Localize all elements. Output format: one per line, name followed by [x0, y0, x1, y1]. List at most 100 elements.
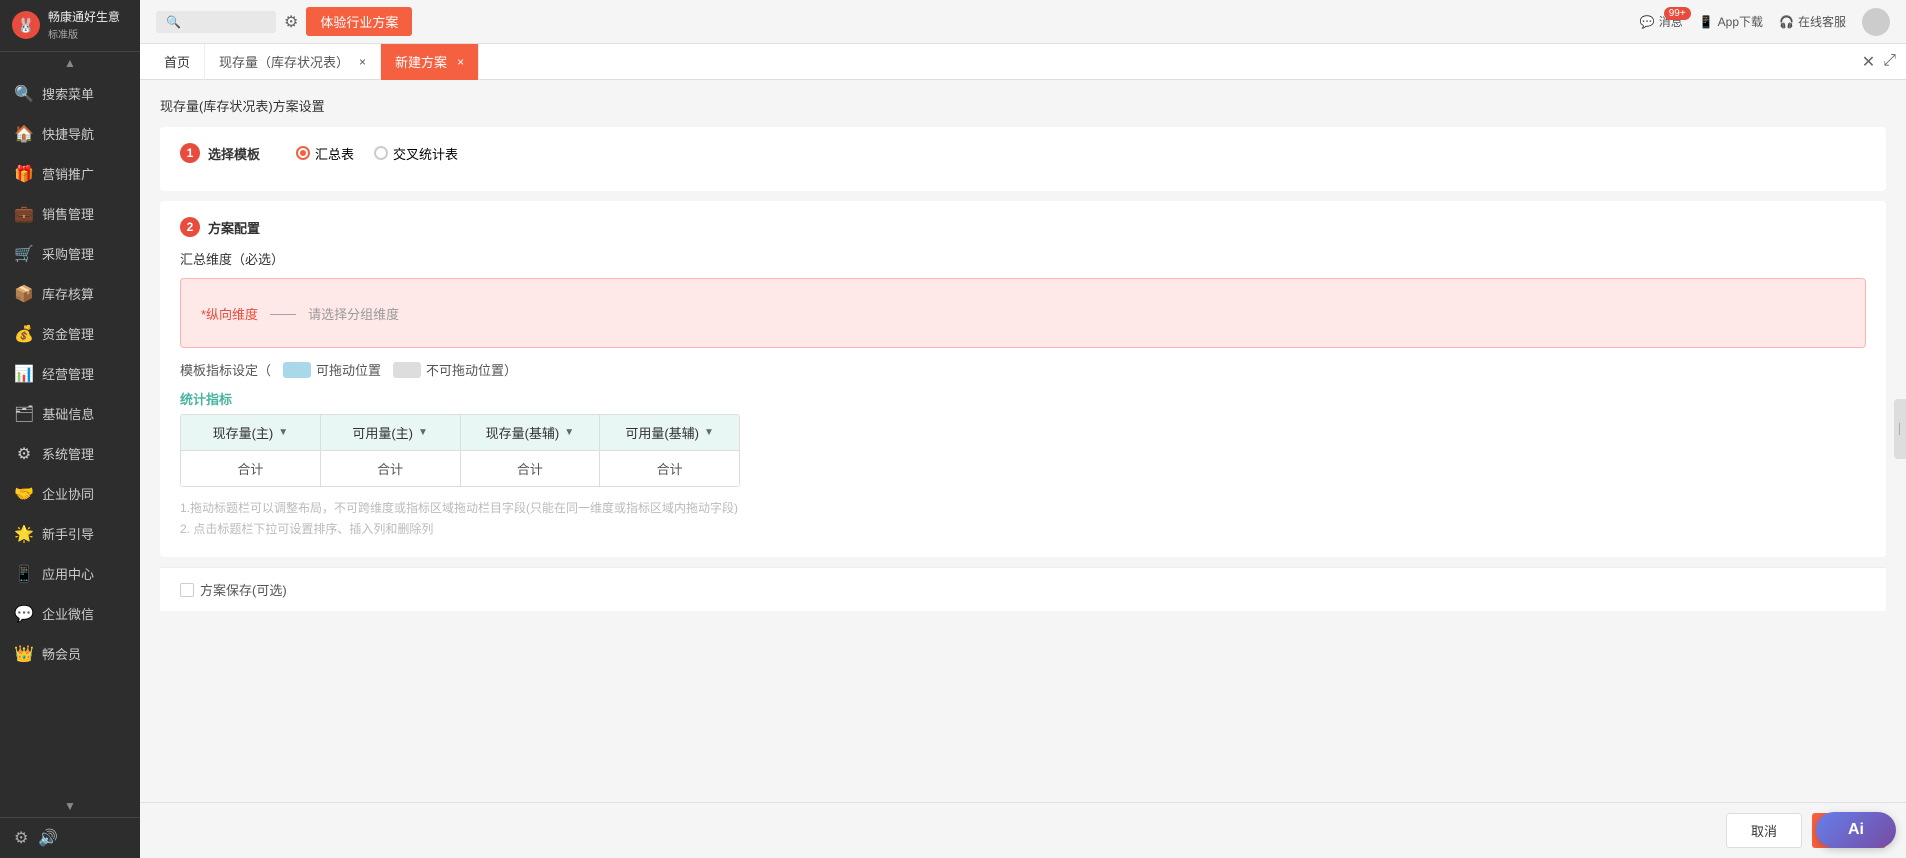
- search-icon: 🔍: [14, 84, 34, 104]
- messages-badge: 99+: [1664, 7, 1691, 20]
- avatar[interactable]: [1862, 8, 1890, 36]
- main-area: 🔍 ⚙ 体验行业方案 💬 消息 99+ 📱 App下载 🎧 在线客服: [140, 0, 1906, 858]
- handshake-icon: 🤝: [14, 484, 34, 504]
- radio-summary-circle: [296, 146, 310, 160]
- message-icon: 💬: [1640, 15, 1655, 29]
- stats-col-2[interactable]: 可用量(主) ▼: [321, 415, 461, 450]
- sidebar-item-marketing[interactable]: 🎁 营销推广: [0, 154, 140, 194]
- sidebar-scroll-down[interactable]: ▼: [0, 795, 140, 817]
- section-config: 2 方案配置 汇总维度（必选） *纵向维度 —— 请选择分组维度 模板指标设定（…: [160, 201, 1886, 557]
- sidebar-item-label: 营销推广: [42, 164, 94, 183]
- sidebar-item-label: 新手引导: [42, 524, 94, 543]
- expand-icon[interactable]: ⤢: [1883, 52, 1896, 72]
- col2-chevron-icon[interactable]: ▼: [418, 427, 428, 438]
- online-service-button[interactable]: 🎧 在线客服: [1779, 13, 1846, 30]
- section2-num: 2: [180, 217, 200, 237]
- col3-chevron-icon[interactable]: ▼: [564, 427, 574, 438]
- sidebar-item-finance[interactable]: 💰 资金管理: [0, 314, 140, 354]
- sidebar-item-sales[interactable]: 💼 销售管理: [0, 194, 140, 234]
- tab-inventory[interactable]: 现存量（库存状况表） ×: [205, 44, 381, 80]
- radio-summary[interactable]: 汇总表: [296, 144, 354, 163]
- stats-col-3[interactable]: 现存量(基辅) ▼: [461, 415, 601, 450]
- chat-icon: 💬: [14, 604, 34, 624]
- section-template: 1 选择模板 汇总表 交叉统计表: [160, 127, 1886, 191]
- cancel-button[interactable]: 取消: [1726, 813, 1802, 848]
- dimension-placeholder: 请选择分组维度: [308, 304, 399, 323]
- industry-plan-button[interactable]: 体验行业方案: [306, 7, 412, 36]
- indicator-setting-row: 模板指标设定（ 可拖动位置 不可拖动位置）: [180, 360, 1866, 379]
- sidebar-item-label: 搜索菜单: [42, 84, 94, 103]
- tips-section: 1.拖动标题栏可以调整布局，不可跨维度或指标区域拖动栏目字段(只能在同一维度或指…: [180, 499, 1866, 537]
- app-name: 畅康通好生意: [48, 10, 120, 26]
- sidebar-item-system[interactable]: ⚙ 系统管理: [0, 434, 140, 474]
- tab-inventory-label: 现存量（库存状况表）: [219, 52, 349, 71]
- sidebar-scroll-up[interactable]: ▲: [0, 52, 140, 74]
- bottom-actions: 取消 查询: [140, 802, 1906, 858]
- sidebar-bottom: ⚙ 🔊: [0, 817, 140, 858]
- toggle-icon[interactable]: 🔊: [38, 828, 58, 848]
- footer-section: 方案保存(可选): [160, 567, 1886, 611]
- non-draggable-legend-box: [393, 362, 421, 378]
- save-checkbox-row: 方案保存(可选): [180, 580, 1866, 599]
- sidebar-item-basic[interactable]: 🗂 基础信息: [0, 394, 140, 434]
- sidebar-item-inventory[interactable]: 📦 库存核算: [0, 274, 140, 314]
- col4-label: 可用量(基辅): [625, 423, 699, 442]
- sidebar-item-purchase[interactable]: 🛒 采购管理: [0, 234, 140, 274]
- dimension-area[interactable]: *纵向维度 —— 请选择分组维度: [180, 278, 1866, 348]
- sidebar-item-enterprise[interactable]: 🤝 企业协同: [0, 474, 140, 514]
- topbar: 🔍 ⚙ 体验行业方案 💬 消息 99+ 📱 App下载 🎧 在线客服: [140, 0, 1906, 44]
- tab-new-plan[interactable]: 新建方案 ×: [381, 44, 479, 80]
- app-download-button[interactable]: 📱 App下载: [1699, 13, 1763, 30]
- sidebar-item-newbie[interactable]: 🌟 新手引导: [0, 514, 140, 554]
- tab-bar: 首页 现存量（库存状况表） × 新建方案 × ✕ ⤢: [140, 44, 1906, 80]
- radio-cross-label: 交叉统计表: [393, 144, 458, 163]
- section2-header: 2 方案配置: [180, 217, 1866, 237]
- tab-inventory-close[interactable]: ×: [359, 55, 366, 69]
- sidebar-item-shortcut[interactable]: 🏠 快捷导航: [0, 114, 140, 154]
- col1-label: 现存量(主): [213, 423, 274, 442]
- indicator-setting-label: 模板指标设定（: [180, 360, 271, 379]
- app-edition: 标准版: [48, 26, 120, 41]
- radio-cross-circle: [374, 146, 388, 160]
- tab-new-plan-close[interactable]: ×: [457, 55, 464, 69]
- section1-num: 1: [180, 143, 200, 163]
- settings-icon[interactable]: ⚙: [14, 828, 28, 848]
- section1-title: 选择模板: [208, 144, 260, 163]
- close-window-icon[interactable]: ✕: [1862, 52, 1875, 72]
- topbar-search[interactable]: 🔍: [156, 11, 276, 33]
- sidebar-item-label: 企业协同: [42, 484, 94, 503]
- stats-col-1[interactable]: 现存量(主) ▼: [181, 415, 321, 450]
- save-label: 方案保存(可选): [200, 580, 287, 599]
- sidebar-item-search[interactable]: 🔍 搜索菜单: [0, 74, 140, 114]
- sidebar-item-wechat[interactable]: 💬 企业微信: [0, 594, 140, 634]
- sidebar-nav: 🔍 搜索菜单 🏠 快捷导航 🎁 营销推广 💼 销售管理 🛒 采购管理 📦 库存核…: [0, 74, 140, 795]
- col4-chevron-icon[interactable]: ▼: [704, 427, 714, 438]
- sidebar-item-operations[interactable]: 📊 经营管理: [0, 354, 140, 394]
- radio-cross[interactable]: 交叉统计表: [374, 144, 458, 163]
- tab-home[interactable]: 首页: [150, 44, 205, 80]
- sidebar-item-label: 企业微信: [42, 604, 94, 623]
- draggable-label: 可拖动位置: [316, 360, 381, 379]
- save-checkbox[interactable]: [180, 583, 194, 597]
- messages-button[interactable]: 💬 消息 99+: [1640, 13, 1683, 30]
- ai-button[interactable]: Ai: [1816, 812, 1896, 848]
- gift-icon: 🎁: [14, 164, 34, 184]
- sidebar-item-member[interactable]: 👑 畅会员: [0, 634, 140, 674]
- phone-icon: 📱: [1699, 15, 1714, 29]
- star-icon: 🌟: [14, 524, 34, 544]
- sidebar-item-label: 库存核算: [42, 284, 94, 303]
- topbar-gear-icon[interactable]: ⚙: [284, 12, 298, 32]
- page-title: 现存量(库存状况表)方案设置: [160, 96, 1886, 115]
- legend-non-draggable: 不可拖动位置）: [393, 360, 517, 379]
- right-sidebar-handle[interactable]: │: [1894, 399, 1906, 459]
- stats-col-4[interactable]: 可用量(基辅) ▼: [600, 415, 739, 450]
- sidebar-item-label: 快捷导航: [42, 124, 94, 143]
- radio-summary-label: 汇总表: [315, 144, 354, 163]
- sidebar-item-appstore[interactable]: 📱 应用中心: [0, 554, 140, 594]
- cell-3: 合计: [461, 451, 601, 486]
- col1-chevron-icon[interactable]: ▼: [278, 427, 288, 438]
- dimension-separator: ——: [270, 306, 296, 321]
- sidebar-item-label: 基础信息: [42, 404, 94, 423]
- cart-icon: 🛒: [14, 244, 34, 264]
- app-download-label: App下载: [1718, 13, 1763, 30]
